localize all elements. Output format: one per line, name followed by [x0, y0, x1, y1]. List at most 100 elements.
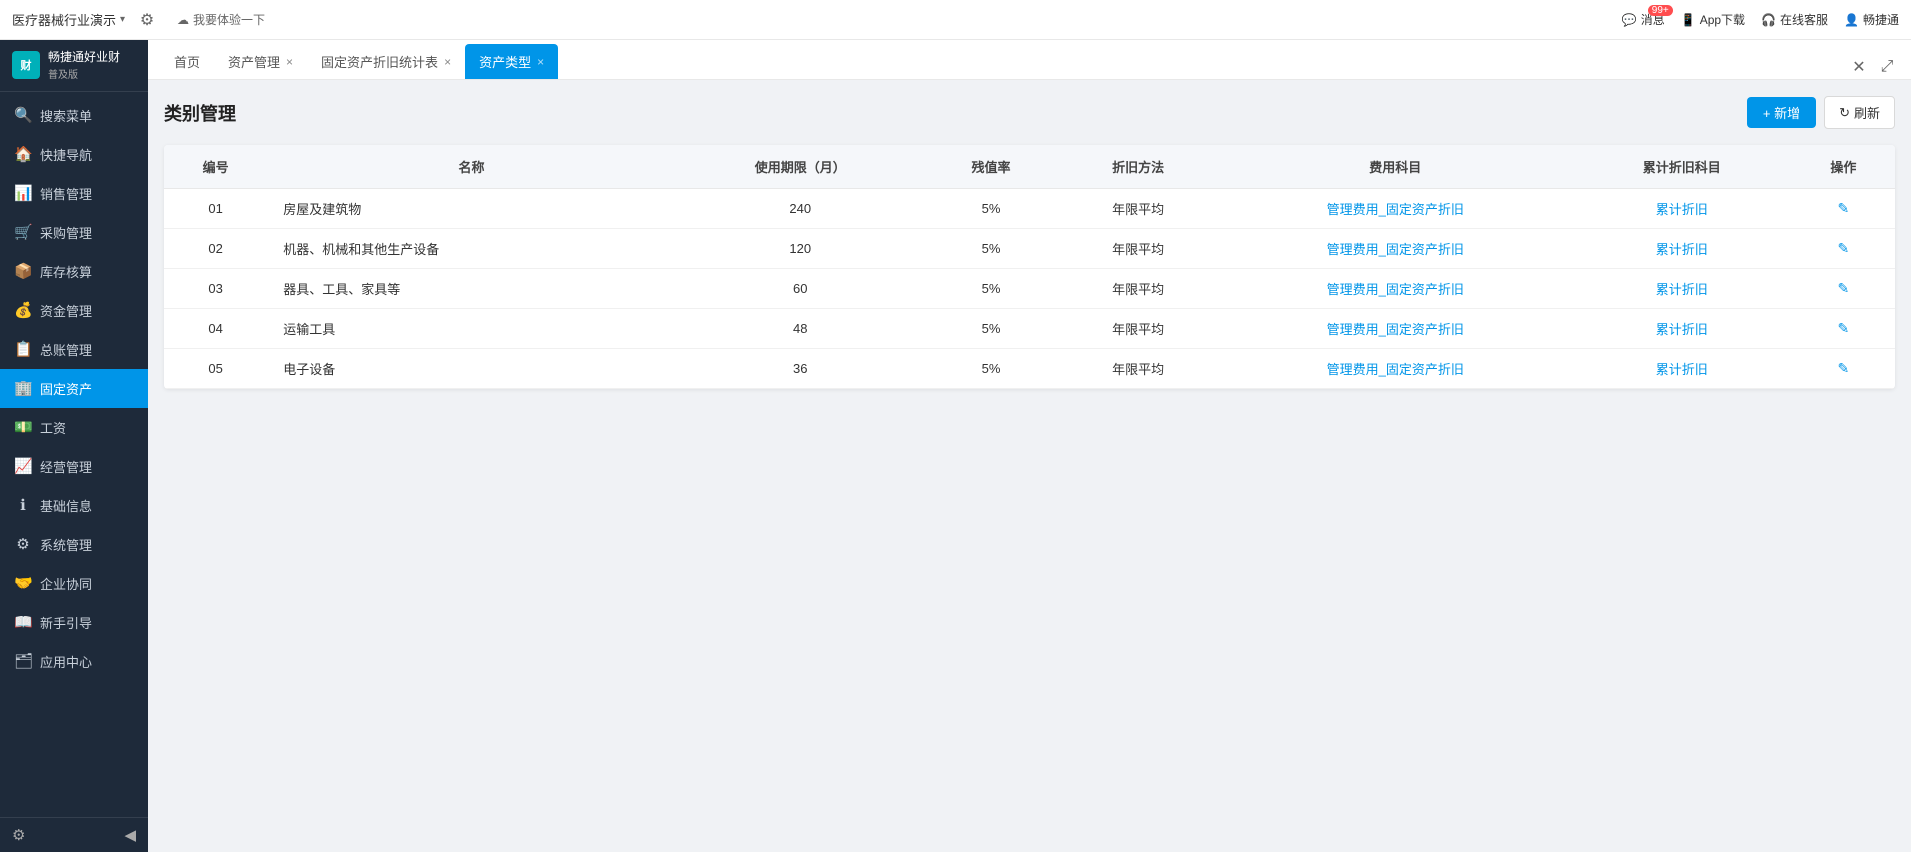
logo-text-abbr: 财 — [21, 57, 32, 73]
edit-icon[interactable]: ✎ — [1837, 240, 1849, 256]
ledger-icon: 📋 — [14, 340, 32, 358]
top-bar: 医疗器械行业演示 ▾ ⚙ ☁ 我要体验一下 💬 消息 99 📱 App下载 🎧 … — [0, 0, 1911, 40]
tab-close-all-button[interactable]: ✕ — [1847, 55, 1871, 79]
tab-close-icon[interactable]: × — [537, 55, 544, 69]
cell-method: 年限平均 — [1057, 189, 1219, 229]
inventory-icon: 📦 — [14, 262, 32, 280]
app-download-button[interactable]: 📱 App下载 — [1681, 11, 1745, 28]
collapse-icon[interactable]: ◀ — [124, 826, 136, 844]
capital-icon: 💰 — [14, 301, 32, 319]
settings-button[interactable]: ⚙ — [133, 6, 161, 34]
cell-expense-subject: 管理费用_固定资产折旧 — [1219, 189, 1572, 229]
edit-icon[interactable]: ✎ — [1837, 200, 1849, 216]
cell-residual: 5% — [925, 229, 1057, 269]
refresh-button[interactable]: ↻ 刷新 — [1824, 96, 1895, 129]
cell-accum-subject: 累计折旧 — [1572, 189, 1792, 229]
sidebar-item-ledger[interactable]: 📋 总账管理 — [0, 330, 148, 369]
cell-residual: 5% — [925, 189, 1057, 229]
cell-code: 04 — [164, 309, 267, 349]
col-code: 编号 — [164, 145, 267, 189]
cell-residual: 5% — [925, 309, 1057, 349]
sidebar-item-quick-nav[interactable]: 🏠 快捷导航 — [0, 135, 148, 174]
cell-name: 电子设备 — [267, 349, 675, 389]
sidebar-item-search[interactable]: 🔍 搜索菜单 — [0, 96, 148, 135]
sidebar-item-cooperation[interactable]: 🤝 企业协同 — [0, 564, 148, 603]
add-button[interactable]: + 新增 — [1747, 97, 1816, 128]
cell-action[interactable]: ✎ — [1792, 309, 1895, 349]
sidebar-item-operations[interactable]: 📈 经营管理 — [0, 447, 148, 486]
table-row: 03 器具、工具、家具等 60 5% 年限平均 管理费用_固定资产折旧 累计折旧… — [164, 269, 1895, 309]
cell-accum-subject: 累计折旧 — [1572, 269, 1792, 309]
tab-asset-mgmt[interactable]: 资产管理 × — [214, 44, 307, 79]
online-service-button[interactable]: 🎧 在线客服 — [1761, 11, 1828, 28]
col-expense-subject: 费用科目 — [1219, 145, 1572, 189]
cell-code: 03 — [164, 269, 267, 309]
company-selector[interactable]: 医疗器械行业演示 ▾ — [12, 10, 125, 29]
col-method: 折旧方法 — [1057, 145, 1219, 189]
sidebar-item-label: 总账管理 — [40, 340, 92, 359]
guide-icon: 📖 — [14, 613, 32, 631]
sidebar-item-salary[interactable]: 💵 工资 — [0, 408, 148, 447]
edit-icon[interactable]: ✎ — [1837, 320, 1849, 336]
tab-close-icon[interactable]: × — [286, 55, 293, 69]
message-button[interactable]: 💬 消息 99 — [1622, 11, 1665, 28]
cell-action[interactable]: ✎ — [1792, 349, 1895, 389]
cell-action[interactable]: ✎ — [1792, 269, 1895, 309]
company-name: 医疗器械行业演示 — [12, 10, 116, 29]
edit-icon[interactable]: ✎ — [1837, 280, 1849, 296]
cell-code: 02 — [164, 229, 267, 269]
fixed-assets-icon: 🏢 — [14, 379, 32, 397]
cell-accum-subject: 累计折旧 — [1572, 309, 1792, 349]
sidebar-item-system[interactable]: ⚙ 系统管理 — [0, 525, 148, 564]
info-icon: ℹ — [14, 496, 32, 514]
system-icon: ⚙ — [14, 535, 32, 553]
logo-icon: 财 — [12, 51, 40, 79]
table-row: 02 机器、机械和其他生产设备 120 5% 年限平均 管理费用_固定资产折旧 … — [164, 229, 1895, 269]
table-row: 05 电子设备 36 5% 年限平均 管理费用_固定资产折旧 累计折旧 ✎ — [164, 349, 1895, 389]
tab-home[interactable]: 首页 — [160, 44, 214, 79]
tab-label: 资产类型 — [479, 52, 531, 71]
tab-close-icon[interactable]: × — [444, 55, 451, 69]
purchase-icon: 🛒 — [14, 223, 32, 241]
cell-accum-subject: 累计折旧 — [1572, 229, 1792, 269]
col-accum-subject: 累计折旧科目 — [1572, 145, 1792, 189]
cell-action[interactable]: ✎ — [1792, 229, 1895, 269]
user-menu-button[interactable]: 👤 畅捷通 — [1844, 11, 1899, 28]
chevron-down-icon: ▾ — [120, 14, 125, 25]
salary-icon: 💵 — [14, 418, 32, 436]
tab-asset-type[interactable]: 资产类型 × — [465, 44, 558, 79]
table-row: 04 运输工具 48 5% 年限平均 管理费用_固定资产折旧 累计折旧 ✎ — [164, 309, 1895, 349]
table-row: 01 房屋及建筑物 240 5% 年限平均 管理费用_固定资产折旧 累计折旧 ✎ — [164, 189, 1895, 229]
sidebar-item-app-center[interactable]: 🗂 应用中心 — [0, 642, 148, 681]
sidebar-item-label: 应用中心 — [40, 652, 92, 671]
sidebar-item-fixed-assets[interactable]: 🏢 固定资产 — [0, 369, 148, 408]
cell-action[interactable]: ✎ — [1792, 189, 1895, 229]
experience-button[interactable]: ☁ 我要体验一下 — [169, 7, 273, 32]
settings-footer-icon[interactable]: ⚙ — [12, 826, 25, 844]
cell-name: 房屋及建筑物 — [267, 189, 675, 229]
content-area: 首页 资产管理 × 固定资产折旧统计表 × 资产类型 × ✕ ⤢ 类别管理 — [148, 40, 1911, 852]
sidebar-item-label: 搜索菜单 — [40, 106, 92, 125]
tab-label: 资产管理 — [228, 52, 280, 71]
username-label: 畅捷通 — [1863, 11, 1899, 28]
cell-method: 年限平均 — [1057, 309, 1219, 349]
tab-expand-button[interactable]: ⤢ — [1875, 55, 1899, 79]
tab-label: 首页 — [174, 52, 200, 71]
sidebar-item-capital[interactable]: 💰 资金管理 — [0, 291, 148, 330]
col-period: 使用期限（月） — [676, 145, 925, 189]
refresh-icon: ↻ — [1839, 105, 1850, 121]
tab-depreciation-table[interactable]: 固定资产折旧统计表 × — [307, 44, 465, 79]
table-header-row: 编号 名称 使用期限（月） 残值率 折旧方法 费用科目 累计折旧科目 操作 — [164, 145, 1895, 189]
sidebar-item-guide[interactable]: 📖 新手引导 — [0, 603, 148, 642]
app-center-icon: 🗂 — [14, 652, 32, 670]
sidebar-item-sales[interactable]: 📊 销售管理 — [0, 174, 148, 213]
cell-name: 运输工具 — [267, 309, 675, 349]
sidebar-item-purchase[interactable]: 🛒 采购管理 — [0, 213, 148, 252]
headset-icon: 🎧 — [1761, 13, 1776, 27]
sidebar-item-base-info[interactable]: ℹ 基础信息 — [0, 486, 148, 525]
edit-icon[interactable]: ✎ — [1837, 360, 1849, 376]
sidebar-item-inventory[interactable]: 📦 库存核算 — [0, 252, 148, 291]
cell-period: 60 — [676, 269, 925, 309]
user-icon: 👤 — [1844, 13, 1859, 27]
cell-expense-subject: 管理费用_固定资产折旧 — [1219, 229, 1572, 269]
